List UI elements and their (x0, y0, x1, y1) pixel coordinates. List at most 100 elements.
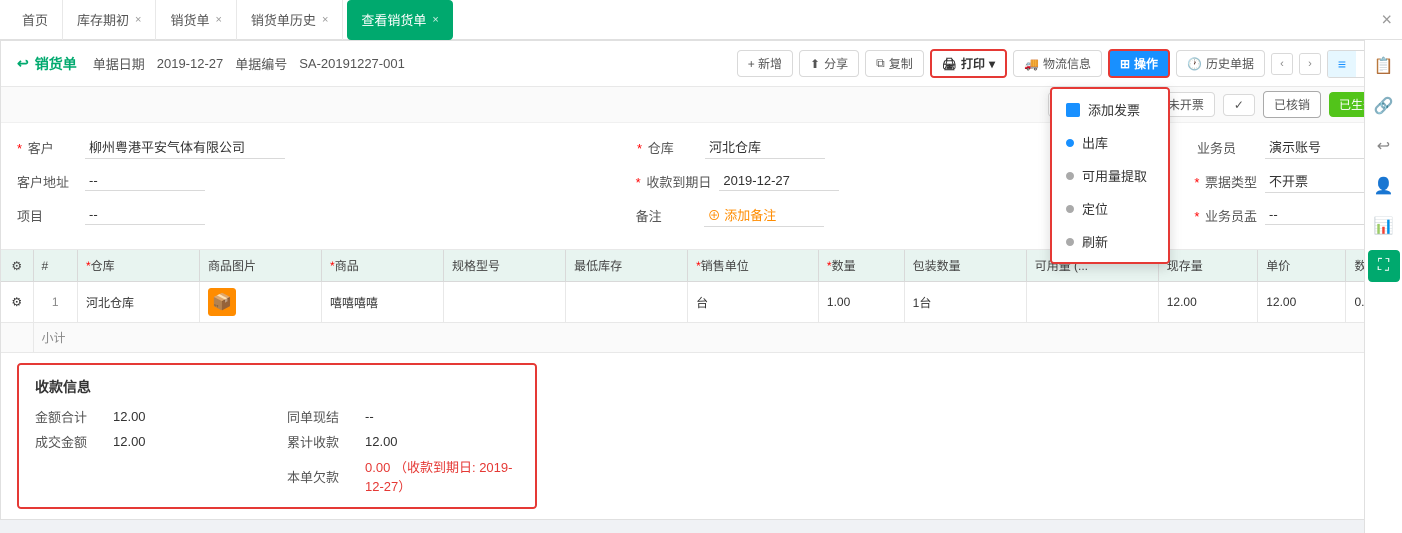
project-value[interactable]: -- (85, 205, 205, 225)
tab-home[interactable]: 首页 (8, 0, 63, 40)
col-gear: ⚙ (1, 250, 33, 282)
menu-out-warehouse[interactable]: 出库 (1052, 126, 1168, 159)
note-label: 备注 (636, 206, 696, 225)
check-icon: ✓ (1234, 98, 1244, 112)
print-icon: 🖨 (942, 57, 957, 71)
operation-button[interactable]: ⊞ 操作 (1108, 49, 1170, 78)
summary-title: 收款信息 (35, 377, 519, 397)
print-button[interactable]: 🖨 打印 ▾ (930, 49, 1007, 78)
menu-quantity-fetch[interactable]: 可用量提取 (1052, 159, 1168, 192)
warehouse-value[interactable]: 河北仓库 (705, 135, 825, 159)
row-num: 1 (33, 282, 77, 323)
print-dropdown-arrow: ▾ (989, 57, 995, 71)
row-product-img: 📦 (199, 282, 321, 323)
sidebar-user-icon[interactable]: 👤 (1368, 170, 1400, 202)
staff2-field: * 业务员盂 -- (1194, 205, 1385, 225)
operation-dropdown: 添加发票 出库 可用量提取 定位 (1050, 87, 1170, 264)
form-row-2: 客户地址 -- * 收款到期日 2019-12-27 * 票据类型 不开票 (17, 169, 1385, 193)
project-field: 项目 -- (17, 205, 576, 225)
logistics-button[interactable]: 🚚 物流信息 (1013, 50, 1102, 77)
row-pack-qty: 1台 (904, 282, 1026, 323)
customer-value[interactable]: 柳州粤港平安气体有限公司 (85, 135, 285, 159)
tab-bar: 首页 库存期初 × 销货单 × 销货单历史 × 查看销货单 × × (0, 0, 1402, 40)
transaction-label: 成交金额 (35, 432, 105, 451)
due-date-value[interactable]: 2019-12-27 (719, 171, 839, 191)
tab-view-sales[interactable]: 查看销货单 × (347, 0, 452, 40)
menu-locate[interactable]: 定位 (1052, 192, 1168, 225)
subtotal-gear (1, 323, 33, 353)
project-label: 项目 (17, 206, 77, 225)
right-sidebar: 📋 🔗 ↩ 👤 📊 ⛶ (1364, 40, 1402, 533)
tab-close-sales[interactable]: × (215, 14, 221, 26)
total-amount-row: 金额合计 12.00 (35, 407, 267, 426)
product-table: ⚙ # *仓库 商品图片 *商品 规格型号 最低库存 *销售单位 *数量 包装数… (1, 250, 1401, 353)
sold-button[interactable]: 已核销 (1263, 91, 1321, 118)
col-sales-unit: *销售单位 (688, 250, 819, 282)
product-thumbnail: 📦 (208, 288, 236, 316)
col-pack-qty: 包装数量 (904, 250, 1026, 282)
next-record-button[interactable]: › (1299, 53, 1321, 75)
share-button[interactable]: ⬆ 分享 (799, 50, 859, 77)
history-icon: 🕐 (1187, 57, 1202, 71)
tab-sales-history[interactable]: 销货单历史 × (237, 0, 343, 40)
copy-button[interactable]: ⧉ 复制 (865, 50, 924, 77)
sales-order-icon: ↩ (17, 55, 29, 72)
quantity-fetch-icon (1066, 172, 1074, 180)
form-row-3: 项目 -- 备注 ⊕ 添加备注 * 业务员盂 -- (17, 203, 1385, 227)
table-header-row: ⚙ # *仓库 商品图片 *商品 规格型号 最低库存 *销售单位 *数量 包装数… (1, 250, 1401, 282)
balance-row: 本单欠款 0.00 （收款到期日: 2019-12-27） (287, 457, 519, 495)
operation-wrapper: ⊞ 操作 添加发票 出库 可用量提取 (1108, 49, 1170, 78)
add-invoice-icon (1066, 103, 1080, 117)
sidebar-expand-icon[interactable]: ⛶ (1368, 250, 1400, 282)
cumulative-receipt-row: 累计收款 12.00 (287, 432, 519, 451)
doc-meta: 单据日期 2019-12-27 单据编号 SA-20191227-001 (93, 54, 405, 73)
balance-value: 0.00 （收款到期日: 2019-12-27） (365, 457, 519, 495)
row-min-stock (566, 282, 688, 323)
tab-close-history[interactable]: × (322, 14, 328, 26)
history-button[interactable]: 🕐 历史单据 (1176, 50, 1265, 77)
address-value[interactable]: -- (85, 171, 205, 191)
menu-refresh[interactable]: 刷新 (1052, 225, 1168, 258)
summary-grid: 金额合计 12.00 同单现结 -- 成交金额 12.00 累计收款 12.00… (35, 407, 519, 495)
col-unit-price: 单价 (1258, 250, 1346, 282)
menu-add-invoice[interactable]: 添加发票 (1052, 93, 1168, 126)
operation-grid-icon: ⊞ (1120, 57, 1130, 71)
row-gear[interactable]: ⚙ (1, 282, 33, 323)
table-row: ⚙ 1 河北仓库 📦 嘻嘻嘻嘻 台 1.00 1台 12.00 12.00 0. (1, 282, 1401, 323)
cumulative-value: 12.00 (365, 434, 398, 449)
sidebar-chart-icon[interactable]: 📊 (1368, 210, 1400, 242)
out-warehouse-icon (1066, 139, 1074, 147)
tab-close-view[interactable]: × (432, 14, 438, 26)
col-min-stock: 最低库存 (566, 250, 688, 282)
date-label: 单据日期 (93, 54, 145, 73)
new-button[interactable]: + 新增 (737, 50, 793, 77)
address-field: 客户地址 -- (17, 171, 576, 191)
doc-title: ↩ 销货单 (17, 54, 77, 74)
prev-record-button[interactable]: ‹ (1271, 53, 1293, 75)
locate-icon (1066, 205, 1074, 213)
same-order-label: 同单现结 (287, 407, 357, 426)
col-num: # (33, 250, 77, 282)
window-close-button[interactable]: × (1381, 9, 1392, 30)
tab-close-inventory[interactable]: × (135, 14, 141, 26)
copy-icon: ⧉ (876, 56, 885, 71)
address-label: 客户地址 (17, 172, 77, 191)
tab-sales-order[interactable]: 销货单 × (156, 0, 236, 40)
due-date-label: * 收款到期日 (636, 172, 712, 191)
add-note-btn[interactable]: ⊕ 添加备注 (704, 203, 824, 227)
sidebar-return-icon[interactable]: ↩ (1368, 130, 1400, 162)
refresh-icon (1066, 238, 1074, 246)
col-product-img: 商品图片 (199, 250, 321, 282)
tab-inventory-init[interactable]: 库存期初 × (63, 0, 156, 40)
form-area: * 客户 柳州粤港平安气体有限公司 * 仓库 河北仓库 业务员 演示账号 客户地… (1, 123, 1401, 249)
check-icon-button[interactable]: ✓ (1223, 94, 1255, 116)
status-row: 📱 来自手机 未开票 ✓ 已核销 已生效 (1, 87, 1401, 123)
list-view-button[interactable]: ≡ (1328, 51, 1356, 77)
subtotal-row: 小计 (1, 323, 1401, 353)
sidebar-copy-icon[interactable]: 📋 (1368, 50, 1400, 82)
sidebar-link-icon[interactable]: 🔗 (1368, 90, 1400, 122)
doc-header: ↩ 销货单 单据日期 2019-12-27 单据编号 SA-20191227-0… (1, 41, 1401, 87)
number-value: SA-20191227-001 (299, 56, 405, 71)
col-current-stock: 现存量 (1158, 250, 1258, 282)
col-warehouse: *仓库 (77, 250, 199, 282)
